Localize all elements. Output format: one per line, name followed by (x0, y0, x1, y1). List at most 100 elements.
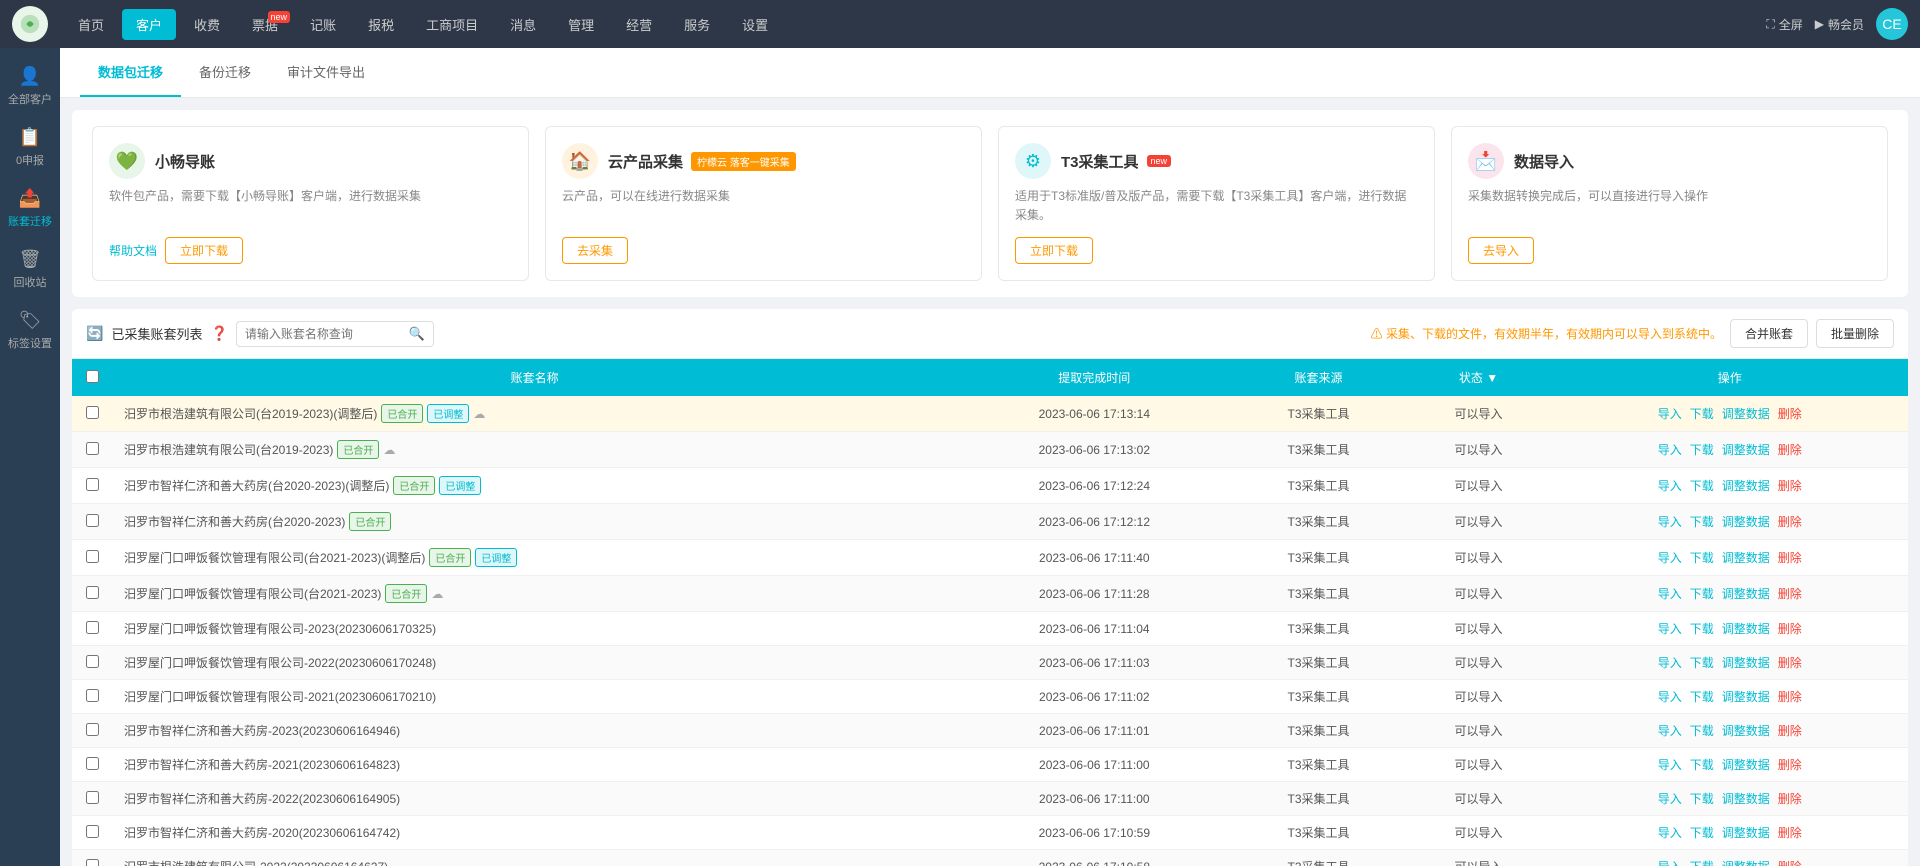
tab-数据包迁移[interactable]: 数据包迁移 (80, 48, 181, 97)
action-导入[interactable]: 导入 (1658, 622, 1682, 636)
btn-立即下载[interactable]: 立即下载 (1015, 237, 1093, 264)
row-checkbox[interactable] (72, 468, 112, 504)
action-下载[interactable]: 下载 (1690, 758, 1714, 772)
row-checkbox[interactable] (72, 396, 112, 432)
row-checkbox[interactable] (72, 850, 112, 866)
action-删除[interactable]: 删除 (1778, 792, 1802, 806)
row-checkbox[interactable] (72, 576, 112, 612)
merge-button[interactable]: 合并账套 (1730, 319, 1808, 348)
batch-delete-button[interactable]: 批量删除 (1816, 319, 1894, 348)
action-下载[interactable]: 下载 (1690, 587, 1714, 601)
btn-立即下载[interactable]: 立即下载 (165, 237, 243, 264)
help-icon[interactable]: ❓ (210, 325, 227, 342)
action-下载[interactable]: 下载 (1690, 443, 1714, 457)
btn-去导入[interactable]: 去导入 (1468, 237, 1534, 264)
action-删除[interactable]: 删除 (1778, 724, 1802, 738)
action-导入[interactable]: 导入 (1658, 479, 1682, 493)
action-删除[interactable]: 删除 (1778, 587, 1802, 601)
action-导入[interactable]: 导入 (1658, 407, 1682, 421)
row-checkbox[interactable] (72, 432, 112, 468)
action-删除[interactable]: 删除 (1778, 826, 1802, 840)
action-调整数据[interactable]: 调整数据 (1722, 407, 1770, 421)
action-删除[interactable]: 删除 (1778, 407, 1802, 421)
select-all-checkbox[interactable] (86, 370, 99, 383)
nav-item-首页[interactable]: 首页 (64, 9, 118, 40)
action-删除[interactable]: 删除 (1778, 656, 1802, 670)
sidebar-item-全部客户[interactable]: 👤全部客户 (0, 56, 60, 117)
action-导入[interactable]: 导入 (1658, 587, 1682, 601)
tab-备份迁移[interactable]: 备份迁移 (181, 48, 269, 97)
action-导入[interactable]: 导入 (1658, 758, 1682, 772)
action-删除[interactable]: 删除 (1778, 690, 1802, 704)
action-下载[interactable]: 下载 (1690, 724, 1714, 738)
sidebar-item-0申报[interactable]: 📋0申报 (0, 117, 60, 178)
user-avatar[interactable]: CE (1876, 8, 1908, 40)
sidebar-item-标签设置[interactable]: 🏷标签设置 (0, 300, 60, 361)
action-调整数据[interactable]: 调整数据 (1722, 860, 1770, 866)
action-导入[interactable]: 导入 (1658, 656, 1682, 670)
action-调整数据[interactable]: 调整数据 (1722, 826, 1770, 840)
action-调整数据[interactable]: 调整数据 (1722, 587, 1770, 601)
member-button[interactable]: ▶ 畅会员 (1815, 16, 1864, 33)
action-删除[interactable]: 删除 (1778, 758, 1802, 772)
action-下载[interactable]: 下载 (1690, 407, 1714, 421)
row-checkbox[interactable] (72, 748, 112, 782)
action-导入[interactable]: 导入 (1658, 551, 1682, 565)
sidebar-item-账套迁移[interactable]: 📤账套迁移 (0, 178, 60, 239)
row-checkbox[interactable] (72, 714, 112, 748)
action-导入[interactable]: 导入 (1658, 515, 1682, 529)
action-导入[interactable]: 导入 (1658, 724, 1682, 738)
action-删除[interactable]: 删除 (1778, 515, 1802, 529)
row-checkbox[interactable] (72, 612, 112, 646)
nav-item-服务[interactable]: 服务 (670, 9, 724, 40)
action-下载[interactable]: 下载 (1690, 860, 1714, 866)
action-调整数据[interactable]: 调整数据 (1722, 622, 1770, 636)
action-删除[interactable]: 删除 (1778, 479, 1802, 493)
action-下载[interactable]: 下载 (1690, 479, 1714, 493)
action-删除[interactable]: 删除 (1778, 860, 1802, 866)
tab-审计文件导出[interactable]: 审计文件导出 (269, 48, 383, 97)
action-删除[interactable]: 删除 (1778, 551, 1802, 565)
action-调整数据[interactable]: 调整数据 (1722, 690, 1770, 704)
nav-item-收费[interactable]: 收费 (180, 9, 234, 40)
action-下载[interactable]: 下载 (1690, 690, 1714, 704)
row-checkbox[interactable] (72, 646, 112, 680)
nav-item-消息[interactable]: 消息 (496, 9, 550, 40)
nav-item-设置[interactable]: 设置 (728, 9, 782, 40)
link-帮助文档[interactable]: 帮助文档 (109, 242, 157, 259)
nav-item-经营[interactable]: 经营 (612, 9, 666, 40)
action-导入[interactable]: 导入 (1658, 792, 1682, 806)
action-导入[interactable]: 导入 (1658, 443, 1682, 457)
nav-item-工商项目[interactable]: 工商项目 (412, 9, 492, 40)
action-调整数据[interactable]: 调整数据 (1722, 551, 1770, 565)
action-导入[interactable]: 导入 (1658, 690, 1682, 704)
action-导入[interactable]: 导入 (1658, 860, 1682, 866)
action-删除[interactable]: 删除 (1778, 443, 1802, 457)
header-checkbox[interactable] (72, 359, 112, 396)
row-checkbox[interactable] (72, 782, 112, 816)
nav-item-记账[interactable]: 记账 (296, 9, 350, 40)
search-input[interactable] (245, 327, 405, 341)
refresh-icon[interactable]: 🔄 (86, 325, 103, 342)
action-下载[interactable]: 下载 (1690, 515, 1714, 529)
row-checkbox[interactable] (72, 504, 112, 540)
action-下载[interactable]: 下载 (1690, 551, 1714, 565)
action-调整数据[interactable]: 调整数据 (1722, 724, 1770, 738)
action-导入[interactable]: 导入 (1658, 826, 1682, 840)
action-下载[interactable]: 下载 (1690, 792, 1714, 806)
action-下载[interactable]: 下载 (1690, 826, 1714, 840)
action-调整数据[interactable]: 调整数据 (1722, 792, 1770, 806)
action-调整数据[interactable]: 调整数据 (1722, 479, 1770, 493)
action-删除[interactable]: 删除 (1778, 622, 1802, 636)
search-icon[interactable]: 🔍 (409, 326, 425, 342)
nav-item-票据[interactable]: 票据new (238, 9, 292, 40)
nav-item-客户[interactable]: 客户 (122, 9, 176, 40)
btn-去采集[interactable]: 去采集 (562, 237, 628, 264)
action-调整数据[interactable]: 调整数据 (1722, 515, 1770, 529)
row-checkbox[interactable] (72, 680, 112, 714)
row-checkbox[interactable] (72, 816, 112, 850)
action-下载[interactable]: 下载 (1690, 622, 1714, 636)
row-checkbox[interactable] (72, 540, 112, 576)
fullscreen-button[interactable]: ⛶ 全屏 (1766, 16, 1802, 33)
nav-item-管理[interactable]: 管理 (554, 9, 608, 40)
